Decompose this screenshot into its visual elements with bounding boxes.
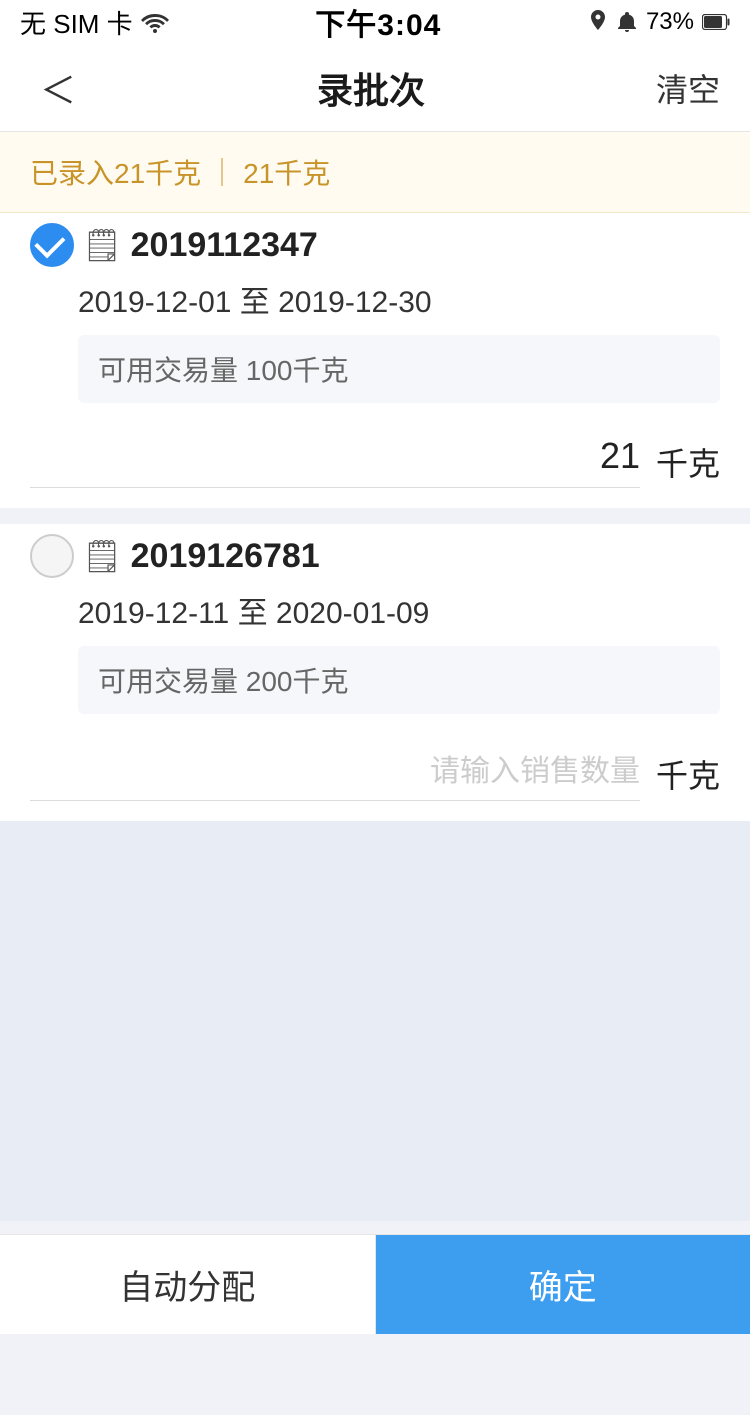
status-bar: 无 SIM 卡 下午3:04 73%	[0, 0, 750, 44]
batch-radio-2[interactable]	[30, 534, 74, 578]
info-banner: 已录入21千克 21千克	[0, 132, 750, 213]
recorded-amount-label: 已录入21千克	[30, 152, 201, 192]
alarm-icon	[616, 10, 638, 34]
status-left: 无 SIM 卡	[20, 4, 169, 41]
quantity-placeholder-2[interactable]: 请输入销售数量	[30, 746, 640, 790]
quantity-unit-1: 千克	[656, 439, 720, 485]
batch-availability-2: 可用交易量 200千克	[78, 646, 720, 714]
status-right: 73%	[588, 8, 730, 36]
page-title: 录批次	[317, 62, 425, 114]
battery-icon	[702, 14, 730, 30]
quantity-unit-2: 千克	[656, 751, 720, 797]
clear-button[interactable]: 清空	[656, 65, 720, 111]
location-icon	[588, 10, 608, 34]
info-divider	[221, 158, 223, 186]
quantity-row-2: 请输入销售数量 千克	[0, 730, 750, 821]
quantity-row-1: 21 千克	[0, 419, 750, 508]
batch-date-row-1: 2019-12-01 至 2019-12-30	[0, 273, 750, 325]
back-button[interactable]: ＜	[30, 52, 86, 124]
bottom-bar: 自动分配 确定	[0, 1234, 750, 1334]
batch-date-2: 2019-12-11 至 2020-01-09	[78, 588, 429, 632]
batch-id-2: 2019126781	[131, 537, 320, 576]
batch-availability-1: 可用交易量 100千克	[78, 335, 720, 403]
status-time: 下午3:04	[315, 0, 441, 44]
auto-distribute-button[interactable]: 自动分配	[0, 1235, 376, 1334]
recorded-amount-value: 21千克	[243, 152, 330, 192]
batch-item-2: 🗒 2019126781 2019-12-11 至 2020-01-09 可用交…	[0, 524, 750, 821]
section-divider	[0, 508, 750, 524]
wifi-icon	[141, 11, 169, 33]
empty-area	[0, 821, 750, 1221]
confirm-button[interactable]: 确定	[376, 1235, 750, 1334]
batch-date-1: 2019-12-01 至 2019-12-30	[78, 277, 432, 321]
batch-item-1: 🗒 2019112347 2019-12-01 至 2019-12-30 可用交…	[0, 213, 750, 508]
quantity-underline-2: 请输入销售数量	[30, 746, 640, 801]
quantity-value-1[interactable]: 21	[560, 435, 640, 477]
batch-id-1: 2019112347	[131, 226, 318, 265]
carrier-text: 无 SIM 卡	[20, 4, 133, 41]
doc-icon-2: 🗒	[82, 537, 123, 575]
nav-bar: ＜ 录批次 清空	[0, 44, 750, 132]
batch-id-row-1: 🗒 2019112347	[0, 213, 750, 273]
quantity-underline-1: 21	[30, 435, 640, 488]
batch-id-row-2: 🗒 2019126781	[0, 524, 750, 584]
battery-percent: 73%	[646, 8, 694, 36]
doc-icon-1: 🗒	[82, 226, 123, 264]
batch-radio-1[interactable]	[30, 223, 74, 267]
batch-date-row-2: 2019-12-11 至 2020-01-09	[0, 584, 750, 636]
